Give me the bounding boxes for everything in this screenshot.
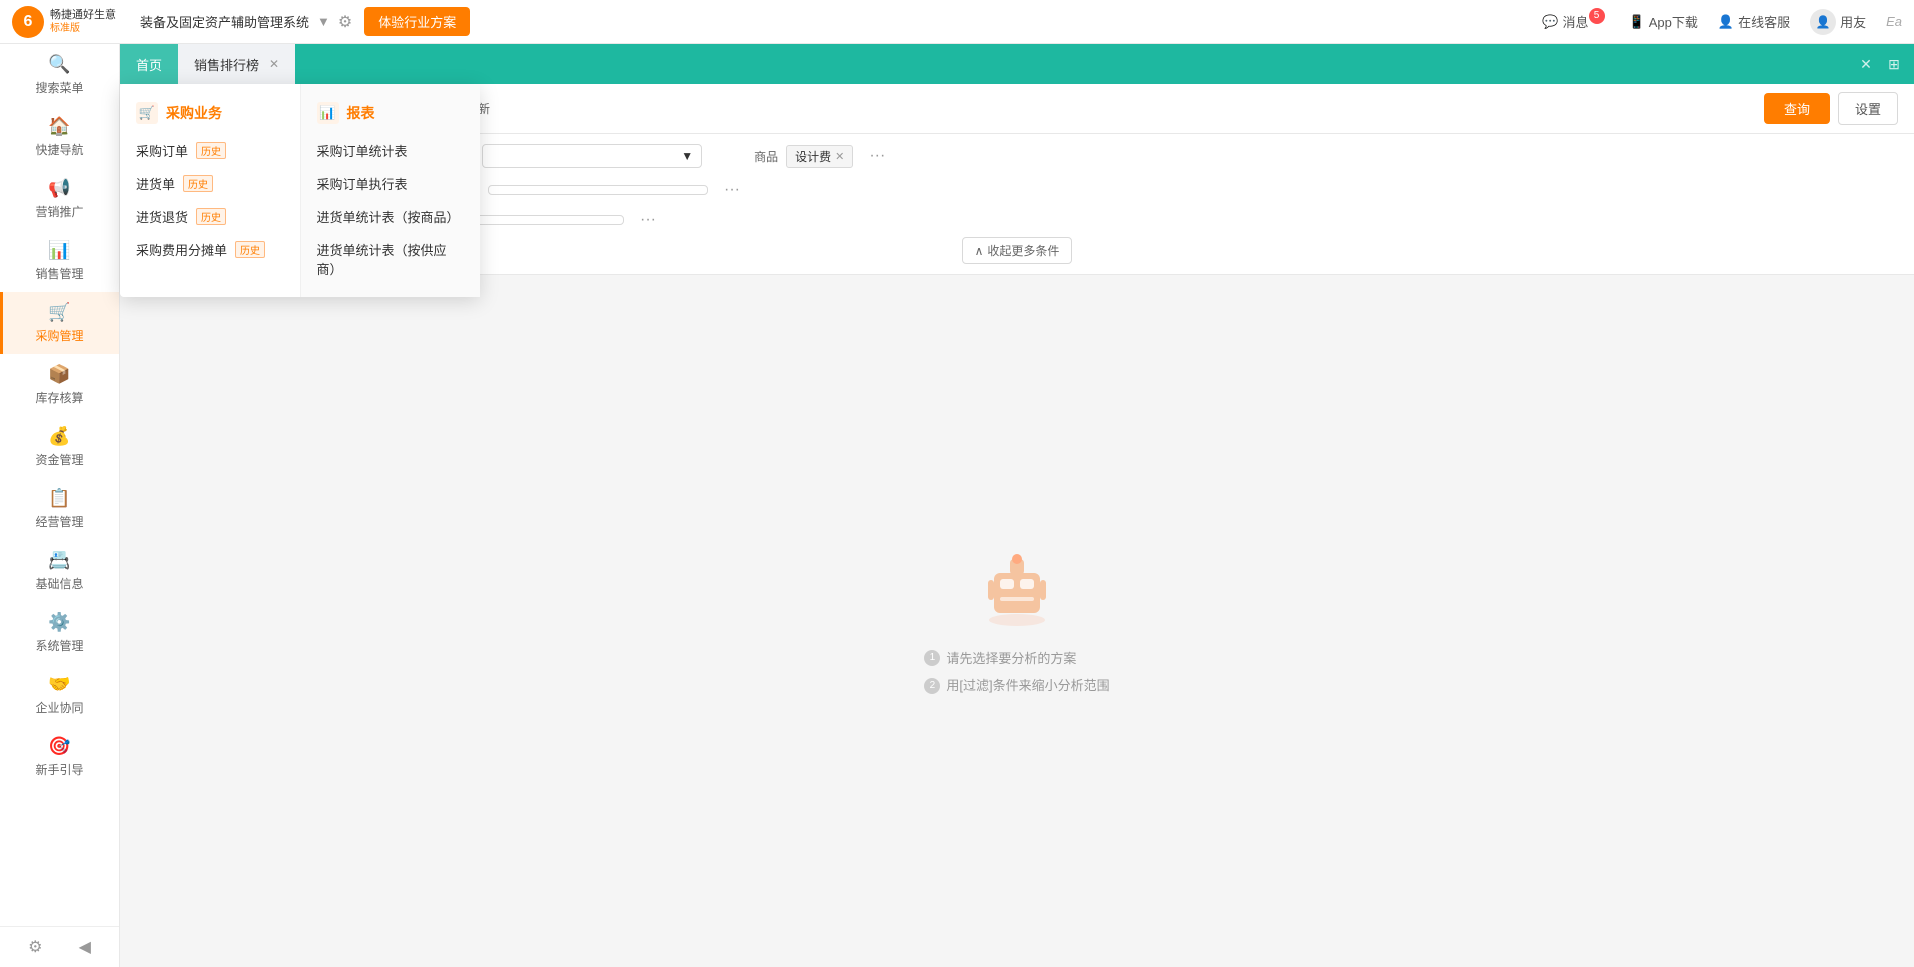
user-avatar-btn[interactable]: 👤 用友	[1810, 9, 1866, 35]
purchase-dropdown-menu: 🛒 采购业务 采购订单 历史 进货单 历史 进货退货 历史 采购费用分摊单 历史…	[120, 84, 480, 297]
purchase-business-header: 🛒 采购业务	[120, 96, 300, 134]
purchase-business-col: 🛒 采购业务 采购订单 历史 进货单 历史 进货退货 历史 采购费用分摊单 历史	[120, 84, 301, 297]
history-badge-0: 历史	[196, 142, 226, 159]
sidebar-item-management[interactable]: 📋 经营管理	[0, 478, 119, 540]
messages-btn[interactable]: 💬 消息 5	[1542, 12, 1608, 31]
sidebar-item-marketing[interactable]: 📢 营销推广	[0, 168, 119, 230]
goods-tag-close[interactable]: ✕	[835, 150, 844, 163]
tab-sales-ranking[interactable]: 销售排行榜 ✕	[178, 44, 295, 84]
tab-maximize-btn[interactable]: ⊞	[1882, 52, 1906, 76]
collapse-btn[interactable]: ∧ 收起更多条件	[962, 237, 1073, 264]
inventory-icon: 📦	[48, 364, 70, 385]
finance-icon: 💰	[48, 426, 70, 447]
sidebar-item-enterprise[interactable]: 🤝 企业协同	[0, 664, 119, 726]
purchase-business-icon: 🛒	[136, 102, 158, 124]
tab-bar: 首页 销售排行榜 ✕ ✕ ⊞	[120, 44, 1914, 84]
logo-text: 畅捷通好生意 标准版	[50, 8, 116, 35]
sales-icon: 📊	[48, 240, 70, 261]
avatar: 👤	[1810, 9, 1836, 35]
filter-goods: 商品 设计费 ✕ ···	[718, 145, 918, 168]
step-1: 1	[924, 650, 940, 666]
sidebar-item-purchase[interactable]: 🛒 采购管理	[0, 292, 119, 354]
message-badge: 5	[1589, 8, 1605, 24]
customer-more-btn[interactable]: ···	[632, 211, 664, 229]
history-badge-3: 历史	[235, 241, 265, 258]
guide-icon: 🎯	[48, 736, 70, 757]
select-dropdown-icon: ▼	[681, 149, 693, 163]
menu-item-report-4[interactable]: 进货单统计表（按供应商）	[301, 233, 481, 285]
tab-close-btn[interactable]: ✕	[1854, 52, 1878, 76]
search-icon: 🔍	[48, 54, 70, 75]
sidebar-item-finance[interactable]: 💰 资金管理	[0, 416, 119, 478]
purchase-report-col: 📊 报表 采购订单统计表 采购订单执行表 进货单统计表（按商品） 进货单统计表（…	[301, 84, 481, 297]
industry-btn[interactable]: 体验行业方案	[364, 7, 470, 36]
message-icon: 💬	[1542, 14, 1558, 30]
topbar: 6 畅捷通好生意 标准版 装备及固定资产辅助管理系统 ▼ ⚙ 体验行业方案 💬 …	[0, 0, 1914, 44]
sidebar-item-system[interactable]: ⚙️ 系统管理	[0, 602, 119, 664]
goods-tag: 设计费 ✕	[786, 145, 853, 168]
salesperson-more-btn[interactable]: ···	[716, 181, 748, 199]
setting-btn[interactable]: 设置	[1838, 92, 1898, 125]
menu-item-expense[interactable]: 采购费用分摊单 历史	[120, 233, 300, 266]
phone-icon: 📱	[1629, 14, 1645, 30]
logo-icon: 6	[12, 6, 44, 38]
ea-text: Ea	[1886, 14, 1902, 29]
empty-text: 1 请先选择要分析的方案 2 用[过滤]条件来缩小分析范围	[924, 647, 1109, 698]
menu-item-return[interactable]: 进货退货 历史	[120, 200, 300, 233]
goods-label: 商品	[718, 148, 778, 165]
app-download-btn[interactable]: 📱 App下载	[1629, 12, 1698, 31]
menu-item-report-2[interactable]: 采购订单执行表	[301, 167, 481, 200]
sidebar-settings-icon[interactable]: ⚙	[28, 937, 42, 957]
history-badge-2: 历史	[196, 208, 226, 225]
system-title: 装备及固定资产辅助管理系统 ▼ ⚙	[140, 12, 352, 32]
home-icon: 🏠	[48, 116, 70, 137]
management-icon: 📋	[48, 488, 70, 509]
menu-item-purchase-order[interactable]: 采购订单 历史	[120, 134, 300, 167]
purchase-icon: 🛒	[48, 302, 70, 323]
sidebar-item-sales[interactable]: 📊 销售管理	[0, 230, 119, 292]
online-service-btn[interactable]: 👤 在线客服	[1718, 12, 1790, 31]
menu-item-incoming[interactable]: 进货单 历史	[120, 167, 300, 200]
step-2: 2	[924, 678, 940, 694]
sidebar-item-nav[interactable]: 🏠 快捷导航	[0, 106, 119, 168]
menu-item-report-1[interactable]: 采购订单统计表	[301, 134, 481, 167]
enterprise-icon: 🤝	[48, 674, 70, 695]
sidebar-item-inventory[interactable]: 📦 库存核算	[0, 354, 119, 416]
purchase-report-header: 📊 报表	[301, 96, 481, 134]
query-btn[interactable]: 查询	[1764, 93, 1830, 124]
sidebar: 🔍 搜索菜单 🏠 快捷导航 📢 营销推广 📊 销售管理 🛒 采购管理 📦 库存核…	[0, 44, 120, 967]
collapse-icon: ∧	[975, 244, 984, 258]
sidebar-item-search[interactable]: 🔍 搜索菜单	[0, 44, 119, 106]
empty-state: 1 请先选择要分析的方案 2 用[过滤]条件来缩小分析范围	[924, 545, 1109, 698]
doc-status-select[interactable]: ▼	[482, 144, 702, 168]
history-badge-1: 历史	[183, 175, 213, 192]
logo-area: 6 畅捷通好生意 标准版	[12, 6, 132, 38]
sidebar-item-basic-info[interactable]: 📇 基础信息	[0, 540, 119, 602]
salesperson-select[interactable]	[488, 185, 708, 195]
menu-item-report-3[interactable]: 进货单统计表（按商品）	[301, 200, 481, 233]
service-icon: 👤	[1718, 14, 1734, 30]
tab-close-icon[interactable]: ✕	[269, 57, 279, 71]
system-icon: ⚙️	[48, 612, 70, 633]
tab-right-controls: ✕ ⊞	[1854, 52, 1914, 76]
topbar-right: 💬 消息 5 📱 App下载 👤 在线客服 👤 用友 Ea	[1542, 9, 1902, 35]
purchase-report-icon: 📊	[317, 102, 339, 124]
content-area: 1 请先选择要分析的方案 2 用[过滤]条件来缩小分析范围	[120, 275, 1914, 967]
sidebar-bottom: ⚙ ◀	[0, 926, 119, 967]
marketing-icon: 📢	[48, 178, 70, 199]
title-dropdown-icon[interactable]: ▼	[317, 14, 330, 29]
toolbar-right: 查询 设置	[1764, 92, 1898, 125]
settings-icon[interactable]: ⚙	[338, 12, 352, 32]
goods-more-btn[interactable]: ···	[861, 147, 893, 165]
sidebar-collapse-icon[interactable]: ◀	[79, 937, 91, 957]
sidebar-item-guide[interactable]: 🎯 新手引导	[0, 726, 119, 788]
tab-home[interactable]: 首页	[120, 44, 178, 84]
basic-info-icon: 📇	[48, 550, 70, 571]
empty-illustration	[972, 545, 1062, 635]
